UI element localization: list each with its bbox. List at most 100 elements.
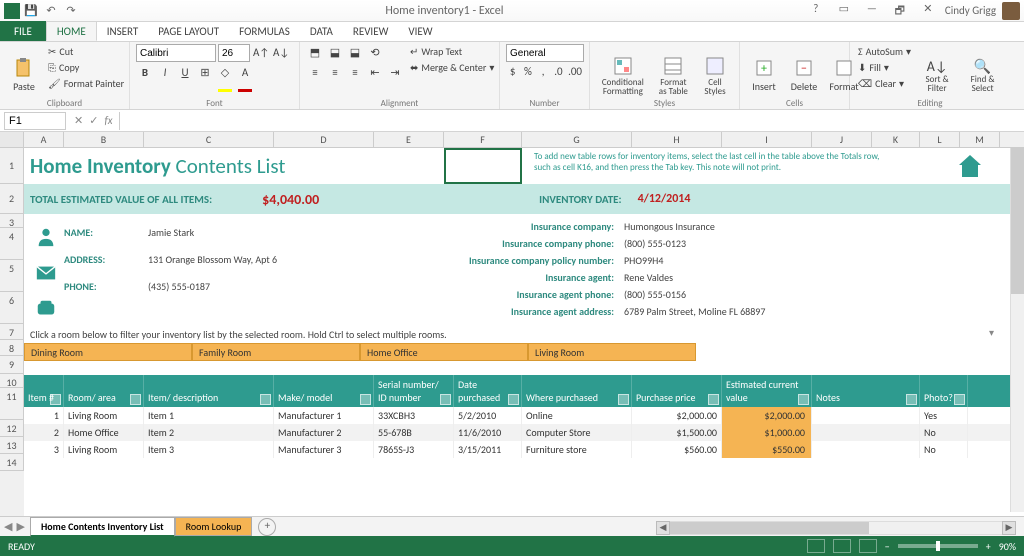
sheet-tab-room-lookup[interactable]: Room Lookup — [175, 517, 253, 536]
table-cell[interactable]: 3/15/2011 — [454, 441, 522, 458]
align-left-icon[interactable]: ≡ — [306, 64, 324, 82]
col-m[interactable]: M — [960, 132, 1000, 147]
filter-dropdown-icon[interactable] — [798, 394, 809, 405]
prev-sheet-icon[interactable]: ◀ — [4, 520, 12, 533]
col-k[interactable]: K — [872, 132, 920, 147]
table-row[interactable]: 3Living RoomItem 3Manufacturer 37865S-J3… — [24, 441, 1024, 458]
name-box[interactable] — [4, 112, 66, 130]
col-d[interactable]: D — [274, 132, 374, 147]
table-cell[interactable]: 11/6/2010 — [454, 424, 522, 441]
table-cell[interactable]: $2,000.00 — [722, 407, 812, 424]
tab-data[interactable]: DATA — [300, 21, 343, 41]
col-g[interactable]: G — [522, 132, 632, 147]
table-cell[interactable]: Item 2 — [144, 424, 274, 441]
percent-icon[interactable]: % — [521, 63, 534, 81]
col-i[interactable]: I — [722, 132, 812, 147]
fill-color-button[interactable]: ◇ — [216, 64, 234, 82]
enter-formula-icon[interactable]: ✓ — [89, 114, 98, 127]
table-cell[interactable]: Manufacturer 3 — [274, 441, 374, 458]
zoom-in-icon[interactable]: + — [986, 540, 991, 553]
table-row[interactable]: 1Living RoomItem 1Manufacturer 133XCBH35… — [24, 407, 1024, 424]
filter-dropdown-icon[interactable] — [508, 394, 519, 405]
fill-button[interactable]: ⬇ Fill ▾ — [856, 60, 913, 75]
user-name[interactable]: Cindy Grigg — [945, 4, 996, 17]
table-cell[interactable]: 2 — [24, 424, 64, 441]
italic-button[interactable]: I — [156, 64, 174, 82]
table-cell[interactable]: 7865S-J3 — [374, 441, 454, 458]
filter-dropdown-icon[interactable] — [618, 394, 629, 405]
decrease-indent-icon[interactable]: ⇤ — [366, 64, 384, 82]
row-11[interactable]: 11 — [0, 388, 24, 420]
page-layout-view-icon[interactable] — [833, 539, 851, 553]
close-icon[interactable]: ✕ — [917, 2, 939, 20]
tab-file[interactable]: FILE — [0, 21, 46, 41]
row-12[interactable]: 12 — [0, 420, 24, 437]
font-name-input[interactable] — [136, 44, 216, 62]
formula-bar[interactable] — [119, 112, 1024, 130]
table-cell[interactable]: Item 3 — [144, 441, 274, 458]
sheet-tab-inventory[interactable]: Home Contents Inventory List — [30, 517, 175, 537]
align-top-icon[interactable]: ⬒ — [306, 44, 324, 62]
decrease-decimal-icon[interactable]: .00 — [567, 63, 583, 81]
zoom-level[interactable]: 90% — [999, 540, 1016, 553]
help-icon[interactable]: ? — [805, 2, 827, 20]
orientation-icon[interactable]: ⟲ — [366, 44, 384, 62]
page-break-view-icon[interactable] — [859, 539, 877, 553]
table-cell[interactable]: No — [920, 424, 968, 441]
scroll-left-icon[interactable]: ◀ — [656, 521, 670, 535]
room-filter-living[interactable]: Living Room — [528, 343, 696, 361]
format-painter-button[interactable]: 🖌Format Painter — [46, 76, 126, 91]
hscroll-thumb[interactable] — [670, 522, 869, 534]
table-cell[interactable]: $550.00 — [722, 441, 812, 458]
border-button[interactable]: ⊞ — [196, 64, 214, 82]
vertical-scrollbar[interactable] — [1010, 148, 1024, 512]
row-14[interactable]: 14 — [0, 454, 24, 471]
tab-formulas[interactable]: FORMULAS — [229, 21, 300, 41]
redo-icon[interactable]: ↷ — [62, 2, 80, 20]
row-4[interactable]: 4 — [0, 228, 24, 260]
col-a[interactable]: A — [24, 132, 64, 147]
table-cell[interactable]: $1,000.00 — [722, 424, 812, 441]
row-5[interactable]: 5 — [0, 260, 24, 292]
align-middle-icon[interactable]: ⬓ — [326, 44, 344, 62]
align-center-icon[interactable]: ≡ — [326, 64, 344, 82]
col-e[interactable]: E — [374, 132, 444, 147]
th-make[interactable]: Make/ model — [278, 391, 332, 404]
increase-decimal-icon[interactable]: .0 — [552, 63, 565, 81]
next-sheet-icon[interactable]: ▶ — [16, 520, 24, 533]
fx-icon[interactable]: fx — [104, 114, 112, 127]
table-cell[interactable]: No — [920, 441, 968, 458]
scroll-thumb[interactable] — [1011, 148, 1024, 294]
table-cell[interactable]: Online — [522, 407, 632, 424]
th-room[interactable]: Room/ area — [68, 391, 116, 404]
table-cell[interactable]: $560.00 — [632, 441, 722, 458]
table-cell[interactable]: Living Room — [64, 441, 144, 458]
zoom-out-icon[interactable]: − — [885, 540, 890, 553]
table-cell[interactable] — [812, 407, 920, 424]
table-cell[interactable]: $2,000.00 — [632, 407, 722, 424]
table-row[interactable]: 2Home OfficeItem 2Manufacturer 255-678B1… — [24, 424, 1024, 441]
filter-dropdown-icon[interactable] — [440, 394, 451, 405]
autosum-button[interactable]: Σ AutoSum ▾ — [856, 44, 913, 59]
th-where[interactable]: Where purchased — [526, 391, 598, 404]
copy-button[interactable]: ⎘Copy — [46, 60, 126, 75]
row-7[interactable]: 7 — [0, 324, 24, 340]
number-format-select[interactable] — [506, 44, 584, 62]
wrap-text-button[interactable]: ↵Wrap Text — [408, 44, 496, 59]
table-cell[interactable]: Yes — [920, 407, 968, 424]
filter-dropdown-icon[interactable] — [50, 394, 61, 405]
filter-dropdown-icon[interactable] — [906, 394, 917, 405]
table-cell[interactable]: Manufacturer 1 — [274, 407, 374, 424]
merge-center-button[interactable]: ⬌Merge & Center ▾ — [408, 60, 496, 75]
horizontal-scrollbar[interactable]: ◀ ▶ — [656, 520, 1016, 536]
add-sheet-button[interactable]: + — [258, 518, 276, 536]
filter-dropdown-icon[interactable] — [130, 394, 141, 405]
col-j[interactable]: J — [812, 132, 872, 147]
th-desc[interactable]: Item/ description — [148, 391, 218, 404]
save-icon[interactable]: 💾 — [22, 2, 40, 20]
filter-dropdown-icon[interactable] — [708, 394, 719, 405]
col-h[interactable]: H — [632, 132, 722, 147]
align-right-icon[interactable]: ≡ — [346, 64, 364, 82]
table-cell[interactable]: Item 1 — [144, 407, 274, 424]
table-cell[interactable]: Living Room — [64, 407, 144, 424]
